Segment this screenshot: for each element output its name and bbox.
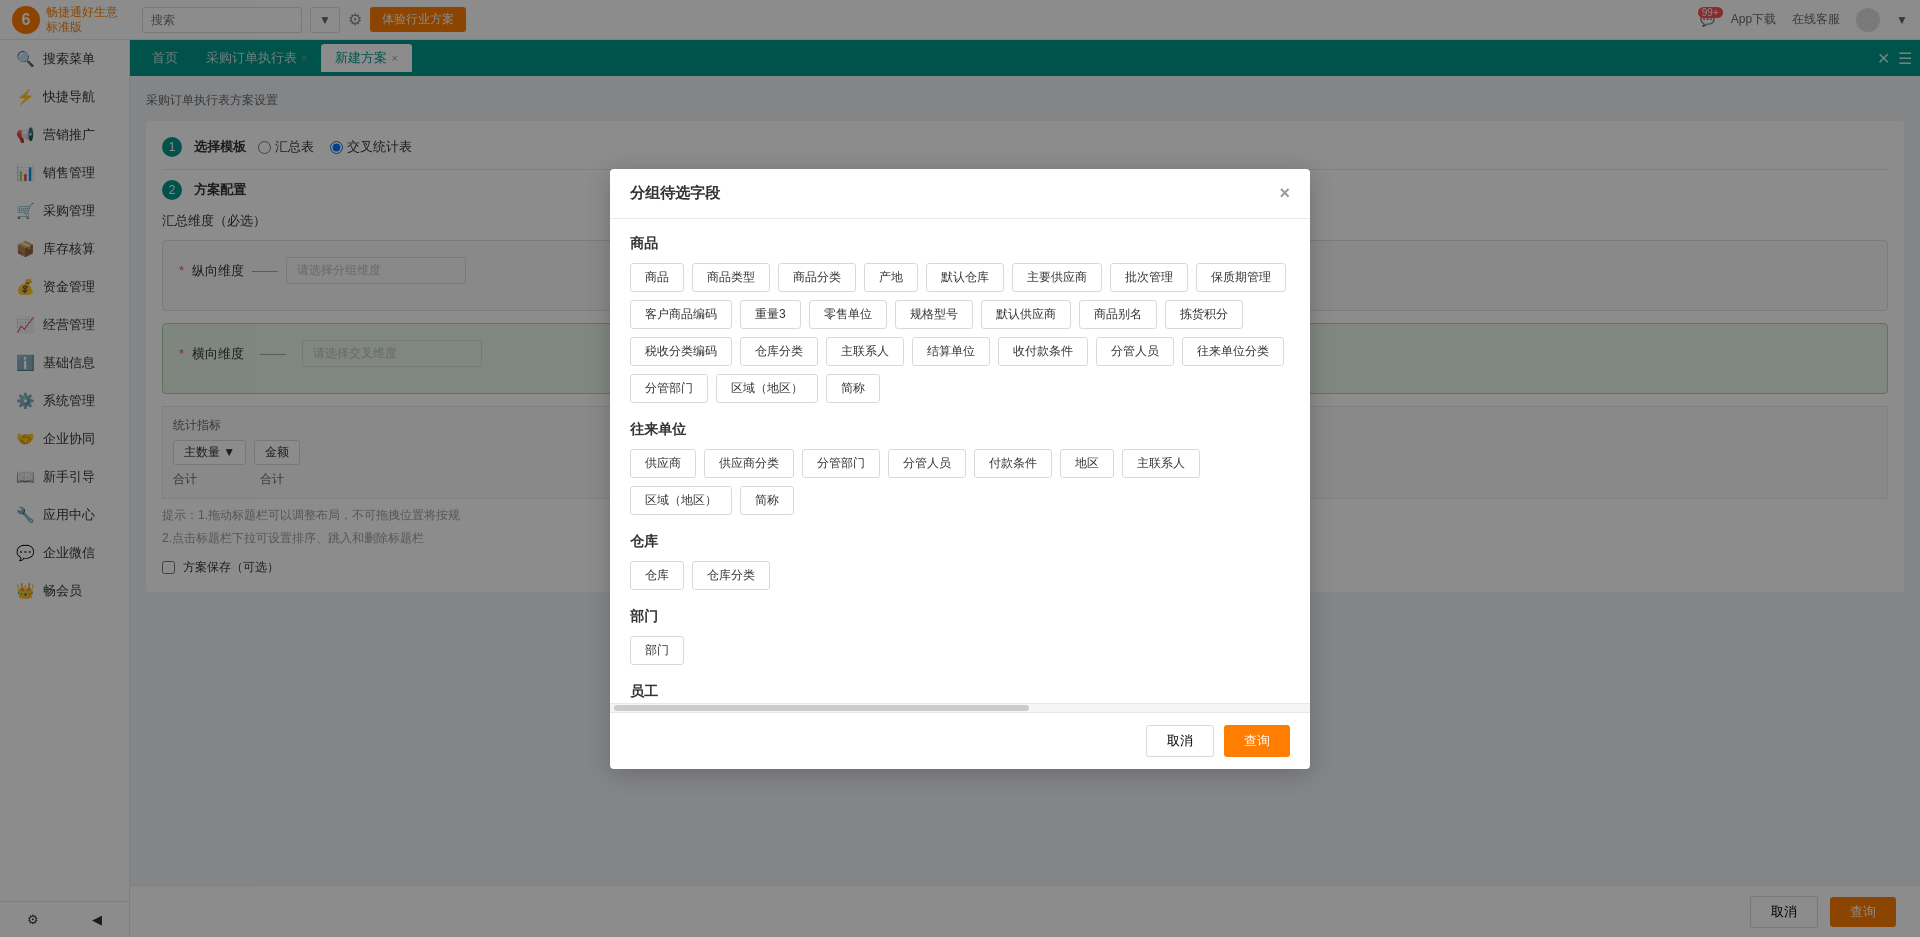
field-partner-category[interactable]: 往来单位分类 [1182,337,1284,366]
field-payment-cond[interactable]: 付款条件 [974,449,1052,478]
modal-title: 分组待选字段 [630,184,720,203]
field-main-supplier[interactable]: 主要供应商 [1012,263,1102,292]
field-supplier[interactable]: 供应商 [630,449,696,478]
field-select-modal: 分组待选字段 × 商品 商品 商品类型 商品分类 产地 默认仓库 主要供应商 批… [610,169,1310,769]
field-main-contact-partner[interactable]: 主联系人 [1122,449,1200,478]
field-short-name-partner[interactable]: 简称 [740,486,794,515]
field-supplier-category[interactable]: 供应商分类 [704,449,794,478]
section-product-title: 商品 [630,235,1290,253]
field-main-contact[interactable]: 主联系人 [826,337,904,366]
section-dept: 部门 部门 [630,608,1290,665]
field-batch-manage[interactable]: 批次管理 [1110,263,1188,292]
modal-horizontal-scrollbar[interactable] [610,703,1310,712]
modal-cancel-button[interactable]: 取消 [1146,725,1214,757]
field-spec-model[interactable]: 规格型号 [895,300,973,329]
section-partner-fields: 供应商 供应商分类 分管部门 分管人员 付款条件 地区 主联系人 区域（地区） … [630,449,1290,515]
field-area[interactable]: 地区 [1060,449,1114,478]
field-retail-unit[interactable]: 零售单位 [809,300,887,329]
field-pick-points[interactable]: 拣货积分 [1165,300,1243,329]
modal-overlay: 分组待选字段 × 商品 商品 商品类型 商品分类 产地 默认仓库 主要供应商 批… [0,0,1920,937]
field-settlement-unit[interactable]: 结算单位 [912,337,990,366]
field-dept[interactable]: 部门 [630,636,684,665]
field-region-product[interactable]: 区域（地区） [716,374,818,403]
section-dept-title: 部门 [630,608,1290,626]
section-staff: 员工 业务员 [630,683,1290,703]
field-product-type[interactable]: 商品类型 [692,263,770,292]
section-partner: 往来单位 供应商 供应商分类 分管部门 分管人员 付款条件 地区 主联系人 区域… [630,421,1290,515]
field-default-warehouse[interactable]: 默认仓库 [926,263,1004,292]
field-warehouse-cat[interactable]: 仓库分类 [692,561,770,590]
section-warehouse-fields: 仓库 仓库分类 [630,561,1290,590]
field-short-name-product[interactable]: 简称 [826,374,880,403]
field-supervisor[interactable]: 分管人员 [1096,337,1174,366]
field-product[interactable]: 商品 [630,263,684,292]
modal-header: 分组待选字段 × [610,169,1310,219]
modal-body: 商品 商品 商品类型 商品分类 产地 默认仓库 主要供应商 批次管理 保质期管理… [610,219,1310,703]
section-partner-title: 往来单位 [630,421,1290,439]
field-product-alias[interactable]: 商品别名 [1079,300,1157,329]
section-dept-fields: 部门 [630,636,1290,665]
section-warehouse-title: 仓库 [630,533,1290,551]
field-warehouse[interactable]: 仓库 [630,561,684,590]
modal-hscroll-thumb [614,705,1029,711]
field-default-supplier[interactable]: 默认供应商 [981,300,1071,329]
field-product-category[interactable]: 商品分类 [778,263,856,292]
field-dept-partner[interactable]: 分管部门 [802,449,880,478]
modal-footer: 取消 查询 [610,712,1310,769]
section-staff-title: 员工 [630,683,1290,701]
field-person-partner[interactable]: 分管人员 [888,449,966,478]
field-customer-code[interactable]: 客户商品编码 [630,300,732,329]
modal-close-button[interactable]: × [1279,183,1290,204]
field-region-partner[interactable]: 区域（地区） [630,486,732,515]
field-warehouse-category[interactable]: 仓库分类 [740,337,818,366]
section-product-fields: 商品 商品类型 商品分类 产地 默认仓库 主要供应商 批次管理 保质期管理 客户… [630,263,1290,403]
field-manage-dept[interactable]: 分管部门 [630,374,708,403]
field-payment-terms[interactable]: 收付款条件 [998,337,1088,366]
section-product: 商品 商品 商品类型 商品分类 产地 默认仓库 主要供应商 批次管理 保质期管理… [630,235,1290,403]
field-weight[interactable]: 重量3 [740,300,801,329]
section-warehouse: 仓库 仓库 仓库分类 [630,533,1290,590]
modal-confirm-button[interactable]: 查询 [1224,725,1290,757]
field-shelf-life[interactable]: 保质期管理 [1196,263,1286,292]
field-tax-code[interactable]: 税收分类编码 [630,337,732,366]
field-origin[interactable]: 产地 [864,263,918,292]
